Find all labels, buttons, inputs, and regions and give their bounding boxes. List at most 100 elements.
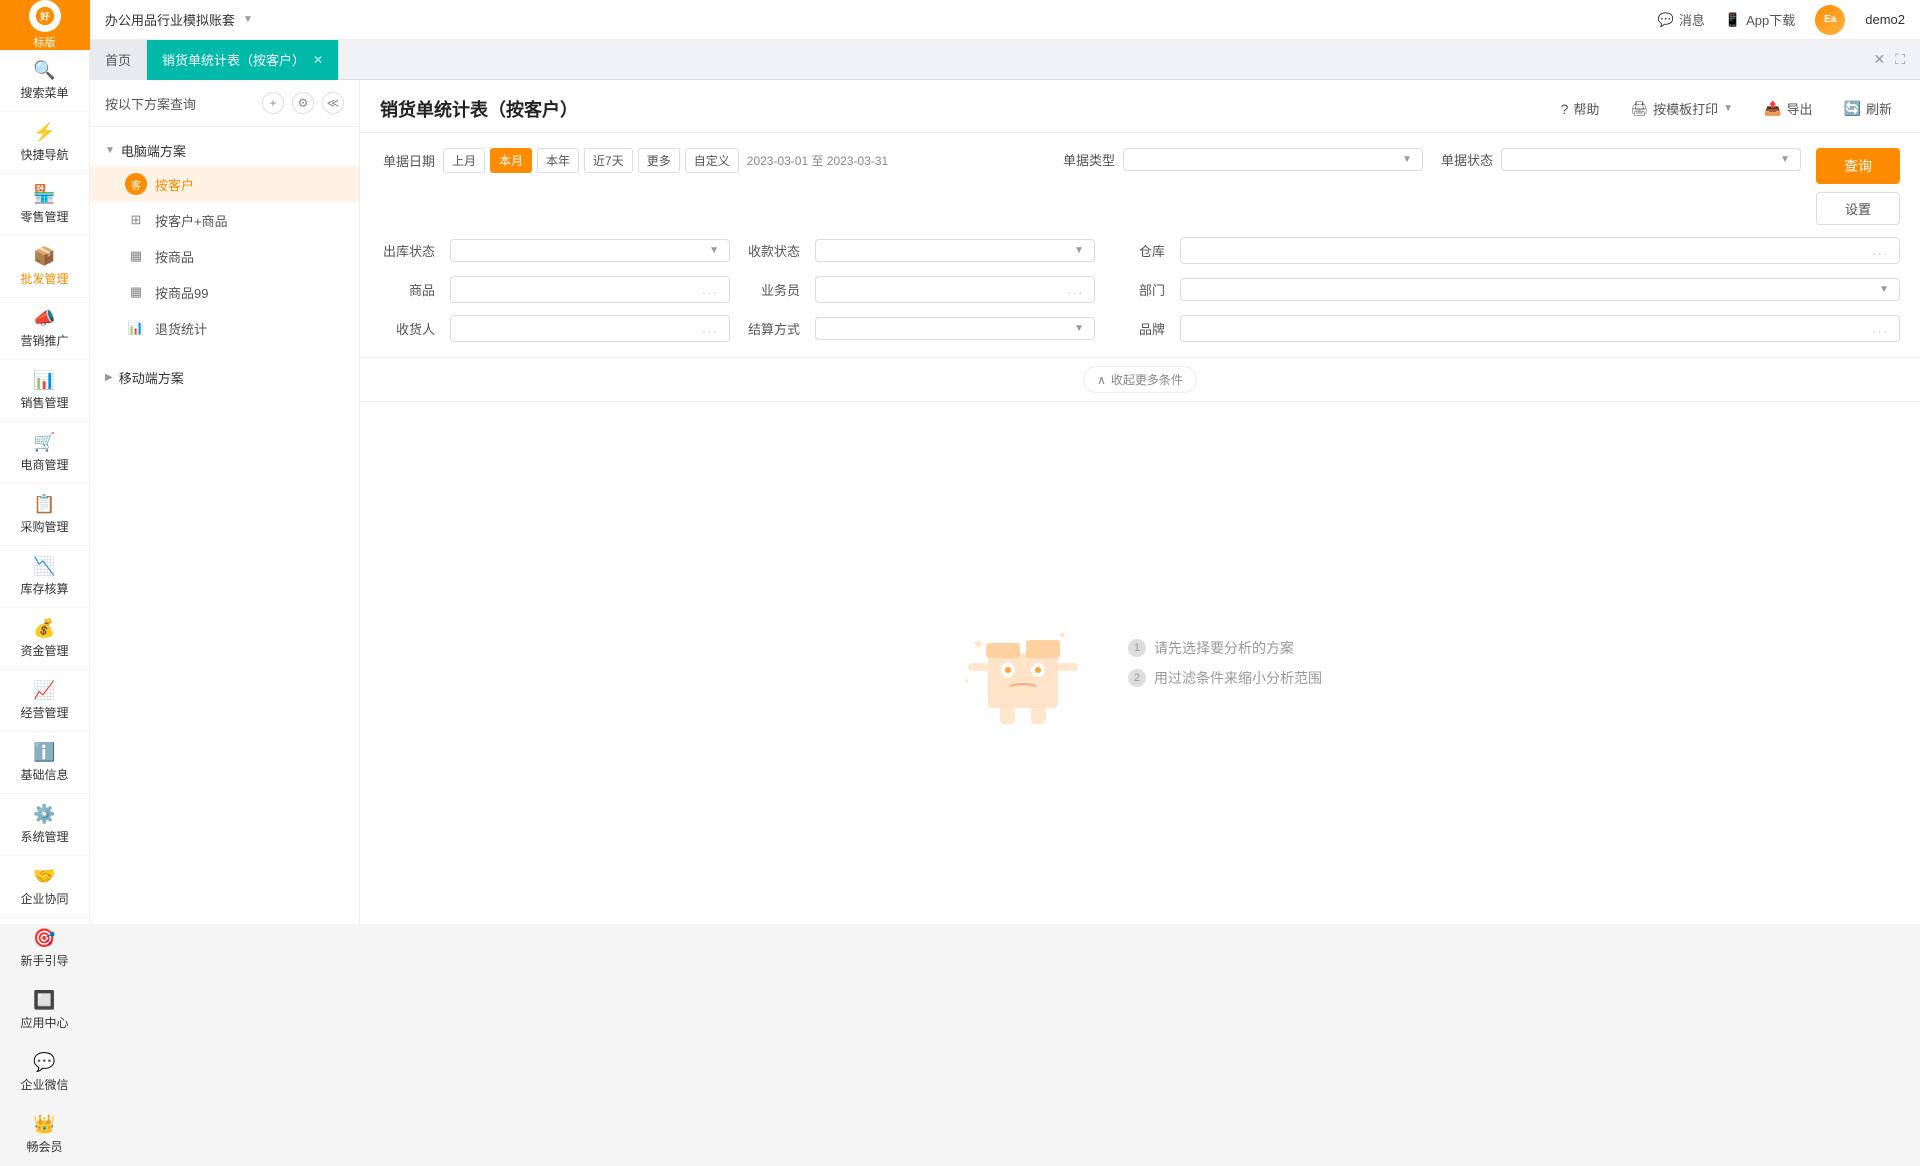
sidebar-item-sales-mgmt[interactable]: 📊 销售管理 [0,360,90,422]
sidebar-item-wholesale-mgmt[interactable]: 📦 批发管理 [0,236,90,298]
plan-item-by-goods[interactable]: ▦ 按商品 [90,238,359,274]
tab-sales-stat[interactable]: 销货单统计表（按客户） ✕ [147,40,339,80]
close-window-icon[interactable]: ✕ [1873,51,1885,68]
user-avatar[interactable]: Ea [1815,5,1845,35]
mobile-plan-group-label: 移动端方案 [119,368,184,387]
collapse-label: 收起更多条件 [1111,371,1183,388]
collapse-panel-btn[interactable]: ≪ [322,92,344,114]
department-select[interactable]: ▼ [1180,278,1900,301]
goods-input[interactable]: ... [450,276,730,303]
sidebar-item-vip[interactable]: 👑 畅会员 [0,1104,90,1166]
department-arrow-icon: ▼ [1879,284,1889,295]
plan-item-by-goods-99[interactable]: ▦ 按商品99 [90,274,359,310]
sidebar-item-finance[interactable]: 💰 资金管理 [0,608,90,670]
sidebar-item-quick-nav[interactable]: ⚡ 快捷导航 [0,112,90,174]
content-area: 按以下方案查询 + ⚙ ≪ ▼ 电脑端方案 客 按客户 ⊞ [90,80,1920,924]
custom-btn[interactable]: 自定义 [685,148,739,173]
sidebar-item-label: 快捷导航 [20,146,68,163]
template-print-label: 按模板打印 [1653,99,1718,118]
app-logo[interactable]: 好 标版 [0,0,90,50]
app-download-action[interactable]: 📱 App下载 [1725,10,1795,29]
out-status-select[interactable]: ▼ [450,239,730,262]
inventory-icon: 📉 [33,556,55,577]
return-bar-icon: 📊 [125,317,147,339]
app-download-label: App下载 [1746,10,1795,29]
mobile-plan-group-header[interactable]: ▶ 移动端方案 [90,362,359,393]
plan-item-by-customer-goods[interactable]: ⊞ 按客户+商品 [90,202,359,238]
payment-status-label: 收款状态 [745,241,800,260]
refresh-btn[interactable]: 🔄 刷新 [1836,95,1900,122]
sidebar-item-label: 企业协同 [20,890,68,907]
user-name[interactable]: demo2 [1865,12,1905,27]
tab-home[interactable]: 首页 [90,40,147,80]
print-icon: 🖨 [1630,100,1648,117]
sidebar-item-marketing[interactable]: 📣 营销推广 [0,298,90,360]
sidebar-item-label: 零售管理 [20,208,68,225]
doc-type-select[interactable]: ▼ [1123,148,1423,171]
search-icon: 🔍 [33,60,55,81]
basic-info-icon: ℹ️ [33,742,55,763]
print-chevron-icon: ▼ [1723,103,1733,114]
sidebar-item-search-menu[interactable]: 🔍 搜索菜单 [0,50,90,112]
maximize-window-icon[interactable]: ⛶ [1895,51,1905,68]
this-year-btn[interactable]: 本年 [537,148,579,173]
tip-2: 2 用过滤条件来缩小分析范围 [1128,668,1322,688]
pc-plan-group-header[interactable]: ▼ 电脑端方案 [90,135,359,166]
filter-row-4: 收货人 ... 结算方式 ▼ 品牌 ... [380,315,1900,342]
help-icon: ? [1561,101,1569,117]
doc-status-label: 单据状态 [1438,150,1493,169]
sidebar-item-enterprise-wechat[interactable]: 💬 企业微信 [0,1042,90,1104]
consignee-input[interactable]: ... [450,315,730,342]
more-btn[interactable]: 更多 [638,148,680,173]
collapse-bar: ∧ 收起更多条件 [360,358,1920,402]
tip-num-1: 1 [1128,639,1146,657]
doc-status-select[interactable]: ▼ [1501,148,1801,171]
brand-label: 品牌 [1110,319,1165,338]
export-btn[interactable]: 📤 导出 [1756,95,1820,122]
plan-item-by-customer[interactable]: 客 按客户 [90,166,359,202]
salesperson-label: 业务员 [745,280,800,299]
salesperson-input[interactable]: ... [815,276,1095,303]
warehouse-label: 仓库 [1110,241,1165,260]
left-panel-actions: + ⚙ ≪ [262,92,344,114]
help-btn[interactable]: ? 帮助 [1553,95,1608,122]
sidebar-item-newcomer[interactable]: 🎯 新手引导 [0,918,90,980]
tip-text-2: 用过滤条件来缩小分析范围 [1154,668,1322,688]
settlement-select[interactable]: ▼ [815,317,1095,340]
sidebar-item-basic-info[interactable]: ℹ️ 基础信息 [0,732,90,794]
plan-item-return-stats[interactable]: 📊 退货统计 [90,310,359,346]
sidebar-item-label: 经营管理 [20,704,68,721]
settings-button[interactable]: 设置 [1816,192,1900,225]
sidebar-item-inventory[interactable]: 📉 库存核算 [0,546,90,608]
warehouse-input[interactable]: ... [1180,237,1900,264]
template-print-btn[interactable]: 🖨 按模板打印 ▼ [1622,95,1741,122]
settings-plan-btn[interactable]: ⚙ [292,92,314,114]
sidebar-item-label: 企业微信 [20,1076,68,1093]
query-button[interactable]: 查询 [1816,148,1900,184]
this-month-btn[interactable]: 本月 [490,148,532,173]
sidebar-item-retail-mgmt[interactable]: 🏪 零售管理 [0,174,90,236]
sidebar-item-system[interactable]: ⚙️ 系统管理 [0,794,90,856]
last-7-days-btn[interactable]: 近7天 [584,148,633,173]
message-action[interactable]: 💬 消息 [1658,10,1705,29]
tab-close-icon[interactable]: ✕ [313,53,323,67]
sidebar-item-ecommerce[interactable]: 🛒 电商管理 [0,422,90,484]
sidebar-item-label: 销售管理 [20,394,68,411]
purchase-icon: 📋 [33,494,55,515]
settlement-arrow-icon: ▼ [1074,323,1084,334]
brand-dots: ... [1872,321,1889,336]
last-month-btn[interactable]: 上月 [443,148,485,173]
tab-bar: 首页 销货单统计表（按客户） ✕ ✕ ⛶ [90,40,1920,80]
sidebar-item-purchase[interactable]: 📋 采购管理 [0,484,90,546]
collapse-button[interactable]: ∧ 收起更多条件 [1084,366,1196,393]
sidebar-item-operations[interactable]: 📈 经营管理 [0,670,90,732]
payment-status-select[interactable]: ▼ [815,239,1095,262]
company-dropdown[interactable]: 办公用品行业模拟账套 [105,10,235,29]
sidebar-item-label: 电商管理 [20,456,68,473]
expand-arrow-right-icon: ▶ [105,372,113,383]
sidebar-item-enterprise-coop[interactable]: 🤝 企业协同 [0,856,90,918]
pc-plan-group: ▼ 电脑端方案 客 按客户 ⊞ 按客户+商品 ▦ 按商品 ▦ 按商品 [90,127,359,354]
brand-input[interactable]: ... [1180,315,1900,342]
sidebar-item-app-center[interactable]: 🔲 应用中心 [0,980,90,1042]
add-plan-btn[interactable]: + [262,92,284,114]
